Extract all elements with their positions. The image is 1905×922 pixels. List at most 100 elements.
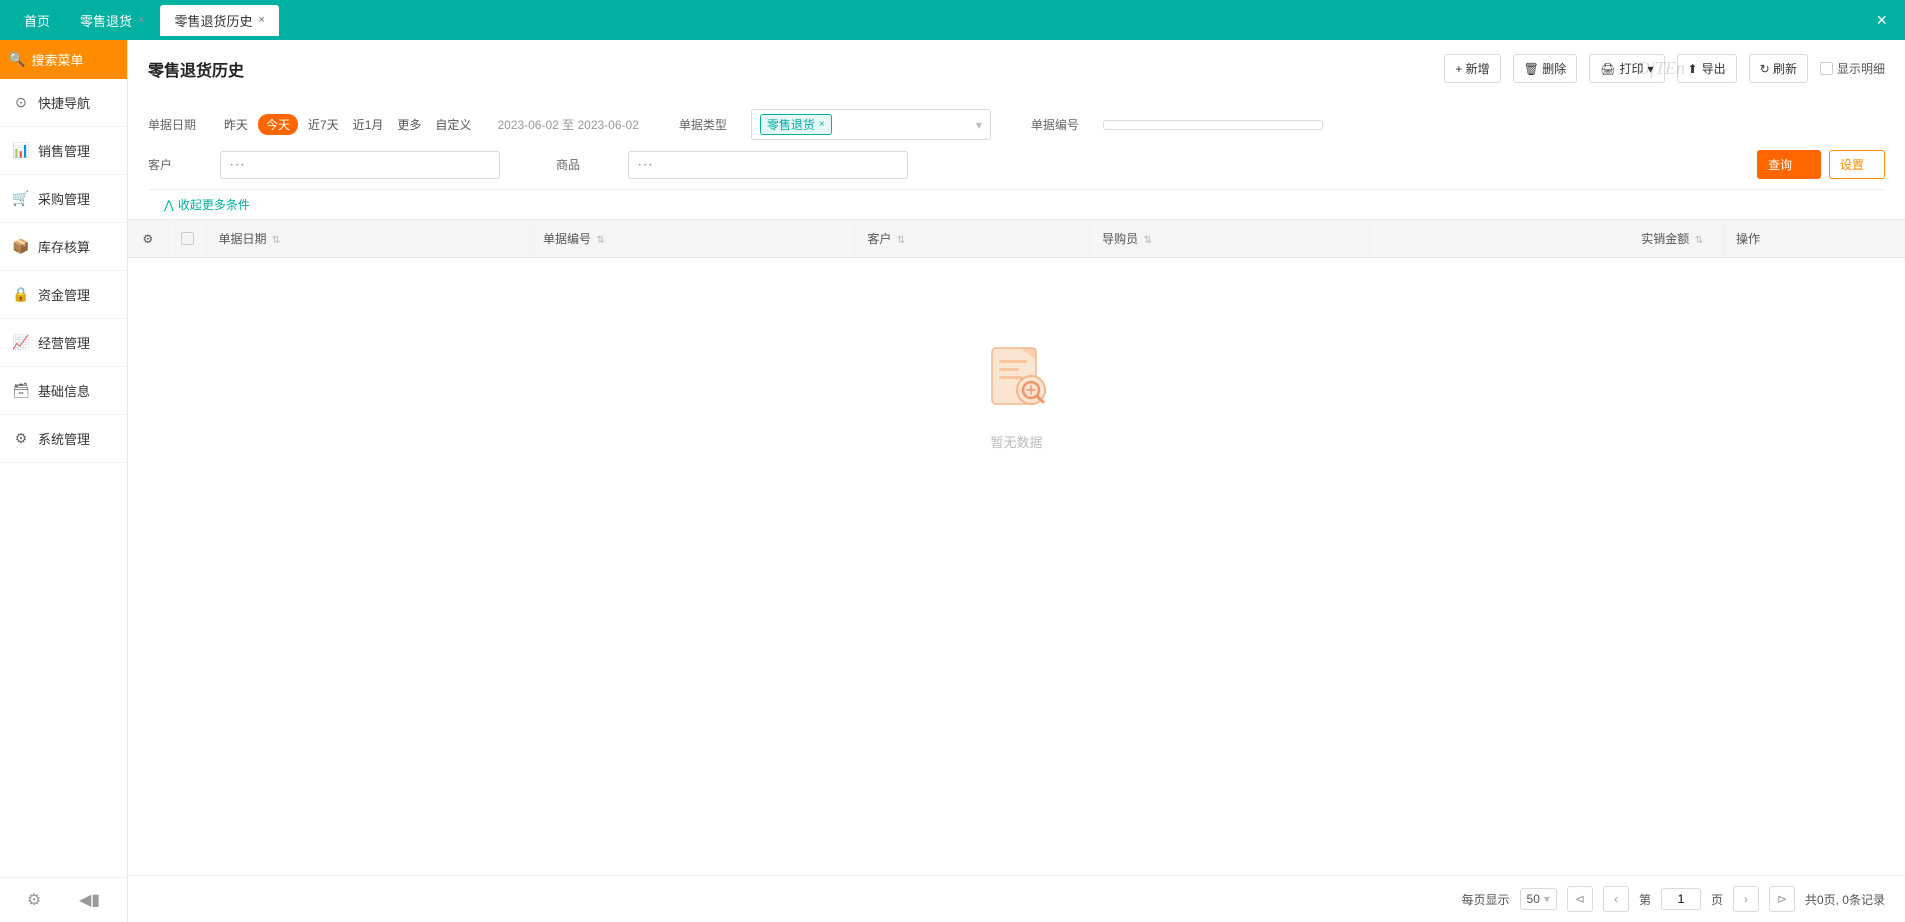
doc-type-select[interactable]: 零售退货 × ▾ bbox=[751, 109, 991, 140]
content-area: 零售退货历史 + 新增 🗑 删除 🖨 打印 ▾ ⬆ 导出 ↻ 刷新 bbox=[128, 40, 1905, 922]
date-shortcut-今天[interactable]: 今天 bbox=[258, 114, 298, 135]
next-page-button[interactable]: › bbox=[1733, 886, 1759, 912]
page-number-input[interactable]: 1 bbox=[1661, 888, 1701, 910]
th-number-label: 单据编号 bbox=[543, 232, 591, 246]
sidebar-item-3[interactable]: 📦 库存核算 bbox=[0, 223, 127, 271]
sidebar-item-1[interactable]: 📊 销售管理 bbox=[0, 127, 127, 175]
sidebar-label-3: 库存核算 bbox=[38, 237, 90, 256]
main-layout: 🔍 搜索菜单 ⊙ 快捷导航 📊 销售管理 🛒 采购管理 📦 库存核算 🔒 资金管… bbox=[0, 40, 1905, 922]
page-size-chevron-icon: ▾ bbox=[1544, 892, 1550, 906]
query-button[interactable]: 查询 bbox=[1757, 150, 1821, 179]
filter-row-date: 单据日期 昨天今天近7天近1月更多自定义 2023-06-02 至 2023-0… bbox=[148, 109, 1885, 140]
empty-illustration bbox=[977, 338, 1057, 418]
sidebar-icon-6: 🗃 bbox=[12, 382, 30, 400]
refresh-button[interactable]: ↻ 刷新 bbox=[1749, 54, 1808, 83]
show-detail-checkbox[interactable] bbox=[1820, 62, 1833, 75]
delete-button[interactable]: 🗑 删除 bbox=[1513, 54, 1578, 83]
toolbar: + 新增 🗑 删除 🖨 打印 ▾ ⬆ 导出 ↻ 刷新 显示明细 bbox=[1444, 54, 1885, 83]
sidebar-item-5[interactable]: 📈 经营管理 bbox=[0, 319, 127, 367]
sidebar-icon-4: 🔒 bbox=[12, 286, 30, 304]
th-date-sort-icon[interactable]: ⇅ bbox=[272, 235, 280, 246]
last-page-button[interactable]: ⊳ bbox=[1769, 886, 1795, 912]
sidebar-search[interactable]: 🔍 搜索菜单 bbox=[0, 40, 127, 79]
sidebar-icon-7: ⚙ bbox=[12, 430, 30, 448]
th-amount-sort-icon[interactable]: ⇅ bbox=[1695, 235, 1703, 246]
date-shortcuts: 昨天今天近7天近1月更多自定义 bbox=[220, 114, 475, 135]
date-shortcut-更多[interactable]: 更多 bbox=[393, 114, 425, 135]
th-customer-sort-icon[interactable]: ⇅ bbox=[897, 235, 905, 246]
page-suffix-label: 页 bbox=[1711, 891, 1723, 908]
first-page-button[interactable]: ⊲ bbox=[1567, 886, 1593, 912]
show-detail-row: 显示明细 bbox=[1820, 60, 1885, 77]
sidebar: 🔍 搜索菜单 ⊙ 快捷导航 📊 销售管理 🛒 采购管理 📦 库存核算 🔒 资金管… bbox=[0, 40, 128, 922]
sidebar-search-label: 搜索菜单 bbox=[31, 50, 83, 69]
prev-page-button[interactable]: ‹ bbox=[1603, 886, 1629, 912]
th-number: 单据编号 ⇅ bbox=[530, 220, 854, 258]
print-button[interactable]: 🖨 打印 ▾ bbox=[1589, 54, 1664, 83]
date-shortcut-昨天[interactable]: 昨天 bbox=[220, 114, 252, 135]
th-date: 单据日期 ⇅ bbox=[206, 220, 530, 258]
th-amount: 实销金额 ⇅ bbox=[1369, 220, 1723, 258]
top-bar: 首页零售退货 × 零售退货历史 × × bbox=[0, 0, 1905, 40]
doc-type-label: 单据类型 bbox=[679, 116, 735, 133]
empty-text: 暂无数据 bbox=[990, 432, 1042, 451]
customer-input[interactable]: ··· bbox=[220, 151, 500, 179]
page-title-row: 零售退货历史 + 新增 🗑 删除 🖨 打印 ▾ ⬆ 导出 ↻ 刷新 bbox=[148, 54, 1885, 83]
page-prefix-label: 第 bbox=[1639, 891, 1651, 908]
doc-type-tag-close[interactable]: × bbox=[819, 119, 825, 130]
sidebar-label-2: 采购管理 bbox=[38, 189, 90, 208]
sidebar-settings-button[interactable]: ⚙ bbox=[27, 890, 41, 910]
sidebar-item-6[interactable]: 🗃 基础信息 bbox=[0, 367, 127, 415]
doc-type-tag-label: 零售退货 bbox=[767, 116, 815, 133]
empty-state: 暂无数据 bbox=[128, 258, 1905, 531]
export-icon: ⬆ bbox=[1688, 62, 1698, 76]
customer-label: 客户 bbox=[148, 156, 204, 173]
date-shortcut-近7天[interactable]: 近7天 bbox=[304, 114, 343, 135]
top-tab-首页[interactable]: 首页 bbox=[10, 5, 64, 36]
sidebar-item-2[interactable]: 🛒 采购管理 bbox=[0, 175, 127, 223]
sidebar-item-7[interactable]: ⚙ 系统管理 bbox=[0, 415, 127, 463]
goods-input[interactable]: ··· bbox=[628, 151, 908, 179]
doc-type-tags: 零售退货 × bbox=[760, 114, 832, 135]
tab-close-icon[interactable]: × bbox=[138, 15, 144, 26]
collapse-button[interactable]: ⋀ 收起更多条件 bbox=[148, 189, 1885, 219]
th-date-label: 单据日期 bbox=[219, 232, 267, 246]
th-customer-label: 客户 bbox=[867, 232, 891, 246]
th-number-sort-icon[interactable]: ⇅ bbox=[596, 235, 604, 246]
sidebar-item-4[interactable]: 🔒 资金管理 bbox=[0, 271, 127, 319]
top-tab-零售退货历史[interactable]: 零售退货历史 × bbox=[160, 5, 278, 36]
sidebar-icon-3: 📦 bbox=[12, 238, 30, 256]
sidebar-bottom: ⚙ ◀▮ bbox=[0, 877, 127, 922]
sidebar-item-0[interactable]: ⊙ 快捷导航 bbox=[0, 79, 127, 127]
doc-number-input[interactable] bbox=[1103, 120, 1323, 130]
th-action-label: 操作 bbox=[1736, 232, 1760, 246]
tab-label: 零售退货历史 bbox=[174, 11, 252, 30]
th-checkbox[interactable] bbox=[168, 220, 206, 258]
print-label: 打印 bbox=[1619, 60, 1643, 77]
date-shortcut-自定义[interactable]: 自定义 bbox=[431, 114, 475, 135]
top-tab-零售退货[interactable]: 零售退货 × bbox=[66, 5, 158, 36]
add-button[interactable]: + 新增 bbox=[1444, 54, 1500, 83]
date-shortcut-近1月[interactable]: 近1月 bbox=[349, 114, 388, 135]
tab-label: 零售退货 bbox=[80, 11, 132, 30]
doc-type-tag: 零售退货 × bbox=[760, 114, 832, 135]
th-settings[interactable]: ⚙ bbox=[128, 220, 168, 258]
sidebar-label-5: 经营管理 bbox=[38, 333, 90, 352]
sidebar-icon-2: 🛒 bbox=[12, 190, 30, 208]
export-label: 导出 bbox=[1702, 60, 1726, 77]
sidebar-volume-button[interactable]: ◀▮ bbox=[79, 890, 100, 910]
page-size-select[interactable]: 50 ▾ bbox=[1520, 888, 1557, 910]
th-guide-sort-icon[interactable]: ⇅ bbox=[1143, 235, 1151, 246]
select-all-checkbox[interactable] bbox=[181, 232, 194, 245]
top-tabs: 首页零售退货 × 零售退货历史 × bbox=[10, 5, 1868, 36]
page-header: 零售退货历史 + 新增 🗑 删除 🖨 打印 ▾ ⬆ 导出 ↻ 刷新 bbox=[128, 40, 1905, 220]
th-guide: 导购员 ⇅ bbox=[1090, 220, 1370, 258]
settings-button[interactable]: 设置 bbox=[1829, 150, 1885, 179]
page-title: 零售退货历史 bbox=[148, 57, 244, 81]
tab-close-icon[interactable]: × bbox=[258, 15, 264, 26]
date-range-text: 2023-06-02 至 2023-06-02 bbox=[497, 116, 638, 133]
sidebar-label-0: 快捷导航 bbox=[38, 93, 90, 112]
export-button[interactable]: ⬆ 导出 bbox=[1677, 54, 1737, 83]
goods-dots: ··· bbox=[637, 156, 653, 173]
window-close-button[interactable]: × bbox=[1868, 10, 1895, 31]
